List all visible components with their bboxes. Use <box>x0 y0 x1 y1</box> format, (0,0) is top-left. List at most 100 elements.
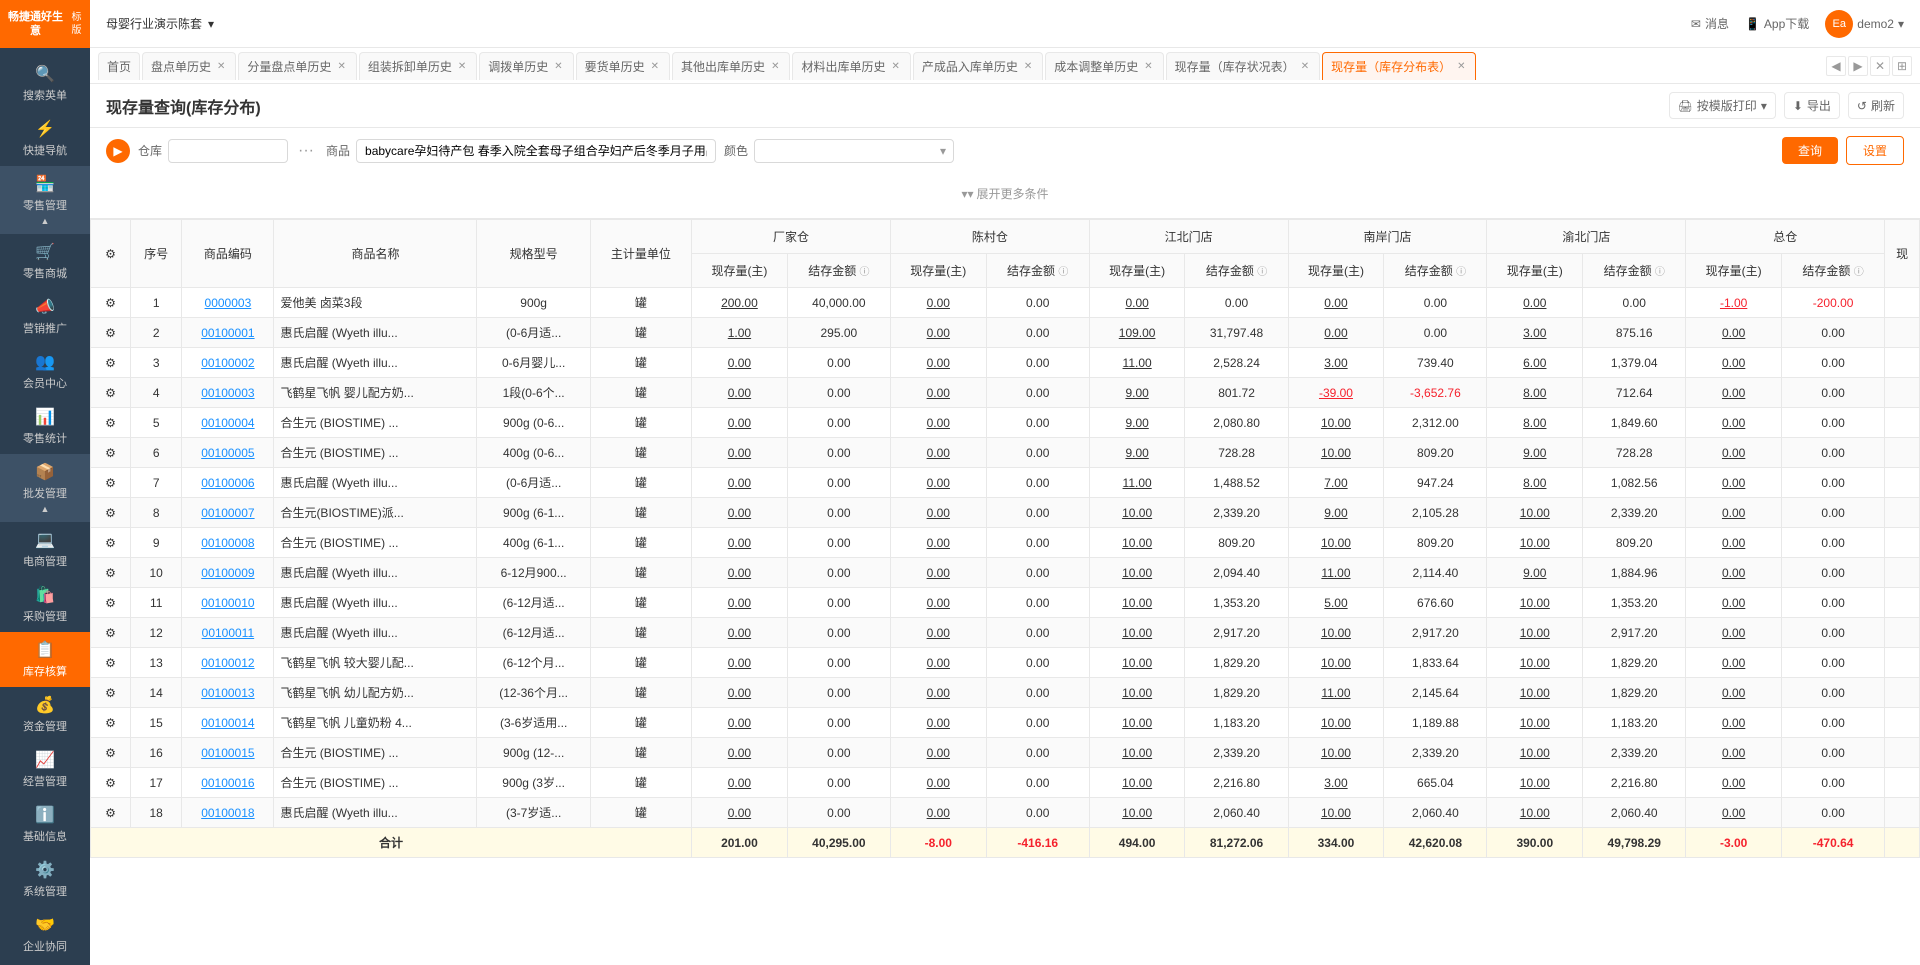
sidebar-item-member[interactable]: 👥 会员中心 <box>0 344 90 399</box>
sidebar-item-inventory[interactable]: 📋 库存核算 <box>0 632 90 687</box>
code-cell[interactable]: 00100006 <box>182 468 274 498</box>
table-container[interactable]: ⚙ 序号 商品编码 商品名称 规格型号 主计量单位 厂家仓 陈村仓 江北门店 南… <box>90 219 1920 965</box>
refresh-btn[interactable]: ↺ 刷新 <box>1848 92 1904 119</box>
code-cell[interactable]: 00100011 <box>182 618 274 648</box>
tab-assembly[interactable]: 组装拆卸单历史 ✕ <box>359 52 477 80</box>
yuebei-stock-cell[interactable]: 0.00 <box>1487 288 1583 318</box>
settings-cell[interactable]: ⚙ <box>91 558 131 588</box>
total-stock-cell[interactable]: 0.00 <box>1686 498 1782 528</box>
tab-stock-dist[interactable]: 现存量（库存分布表） ✕ <box>1322 52 1476 80</box>
jiangbei-stock-cell[interactable]: 9.00 <box>1089 438 1185 468</box>
nanan-stock-cell[interactable]: 7.00 <box>1288 468 1384 498</box>
tab-transfer[interactable]: 调拨单历史 ✕ <box>479 52 573 80</box>
factory-stock-cell[interactable]: 0.00 <box>692 378 788 408</box>
factory-stock-cell[interactable]: 0.00 <box>692 528 788 558</box>
total-stock-cell[interactable]: 0.00 <box>1686 318 1782 348</box>
yuebei-stock-cell[interactable]: 3.00 <box>1487 318 1583 348</box>
tab-close-material[interactable]: ✕ <box>889 60 901 73</box>
settings-cell[interactable]: ⚙ <box>91 408 131 438</box>
yuebei-stock-cell[interactable]: 10.00 <box>1487 498 1583 528</box>
total-stock-cell[interactable]: 0.00 <box>1686 408 1782 438</box>
factory-stock-cell[interactable]: 0.00 <box>692 798 788 828</box>
yuebei-stock-cell[interactable]: 10.00 <box>1487 798 1583 828</box>
total-stock-cell[interactable]: 0.00 <box>1686 588 1782 618</box>
tab-close-stock-status[interactable]: ✕ <box>1299 60 1311 73</box>
total-stock-cell[interactable]: 0.00 <box>1686 528 1782 558</box>
tab-expand-btn[interactable]: ⊞ <box>1892 56 1912 76</box>
tab-close-transfer[interactable]: ✕ <box>552 60 564 73</box>
code-cell[interactable]: 00100016 <box>182 768 274 798</box>
factory-stock-cell[interactable]: 0.00 <box>692 738 788 768</box>
jiangbei-stock-cell[interactable]: 10.00 <box>1089 768 1185 798</box>
total-stock-cell[interactable]: 0.00 <box>1686 378 1782 408</box>
yuebei-stock-cell[interactable]: 8.00 <box>1487 378 1583 408</box>
jiangbei-stock-cell[interactable]: 9.00 <box>1089 408 1185 438</box>
yuebei-stock-cell[interactable]: 9.00 <box>1487 558 1583 588</box>
jiangbei-stock-cell[interactable]: 10.00 <box>1089 678 1185 708</box>
yuebei-stock-cell[interactable]: 10.00 <box>1487 738 1583 768</box>
jiangbei-stock-cell[interactable]: 10.00 <box>1089 588 1185 618</box>
print-btn[interactable]: 🖨 按模版打印 ▾ <box>1669 92 1776 119</box>
village-stock-cell[interactable]: 0.00 <box>890 618 986 648</box>
yuebei-stock-cell[interactable]: 10.00 <box>1487 708 1583 738</box>
jiangbei-stock-cell[interactable]: 10.00 <box>1089 738 1185 768</box>
jiangbei-stock-cell[interactable]: 11.00 <box>1089 348 1185 378</box>
village-stock-cell[interactable]: 0.00 <box>890 738 986 768</box>
village-stock-cell[interactable]: 0.00 <box>890 708 986 738</box>
factory-stock-cell[interactable]: 200.00 <box>692 288 788 318</box>
yuebei-stock-cell[interactable]: 9.00 <box>1487 438 1583 468</box>
sidebar-item-collab[interactable]: 🤝 企业协同 <box>0 907 90 962</box>
tab-home[interactable]: 首页 <box>98 52 140 80</box>
village-stock-cell[interactable]: 0.00 <box>890 768 986 798</box>
yuebei-stock-cell[interactable]: 10.00 <box>1487 528 1583 558</box>
settings-cell[interactable]: ⚙ <box>91 798 131 828</box>
nanan-stock-cell[interactable]: 10.00 <box>1288 408 1384 438</box>
yuebei-stock-cell[interactable]: 10.00 <box>1487 768 1583 798</box>
jiangbei-stock-cell[interactable]: 10.00 <box>1089 618 1185 648</box>
sidebar-item-operation[interactable]: 📈 经营管理 <box>0 742 90 797</box>
total-stock-cell[interactable]: -1.00 <box>1686 288 1782 318</box>
nanan-stock-cell[interactable]: 9.00 <box>1288 498 1384 528</box>
tab-outbound[interactable]: 其他出库单历史 ✕ <box>672 52 790 80</box>
warehouse-input[interactable] <box>168 139 288 163</box>
setting-btn[interactable]: 设置 <box>1846 136 1904 165</box>
village-stock-cell[interactable]: 0.00 <box>890 528 986 558</box>
search-btn[interactable]: 查询 <box>1782 137 1838 164</box>
code-cell[interactable]: 00100009 <box>182 558 274 588</box>
village-stock-cell[interactable]: 0.00 <box>890 288 986 318</box>
settings-cell[interactable]: ⚙ <box>91 618 131 648</box>
settings-cell[interactable]: ⚙ <box>91 378 131 408</box>
tab-stocktake[interactable]: 盘点单历史 ✕ <box>142 52 236 80</box>
tab-close-assembly[interactable]: ✕ <box>456 60 468 73</box>
sidebar-item-ecom[interactable]: 💻 电商管理 <box>0 522 90 577</box>
settings-cell[interactable]: ⚙ <box>91 768 131 798</box>
factory-stock-cell[interactable]: 0.00 <box>692 558 788 588</box>
nanan-stock-cell[interactable]: 10.00 <box>1288 798 1384 828</box>
settings-cell[interactable]: ⚙ <box>91 288 131 318</box>
total-stock-cell[interactable]: 0.00 <box>1686 618 1782 648</box>
yuebei-stock-cell[interactable]: 10.00 <box>1487 678 1583 708</box>
nanan-stock-cell[interactable]: 10.00 <box>1288 438 1384 468</box>
jiangbei-stock-cell[interactable]: 0.00 <box>1089 288 1185 318</box>
nanan-stock-cell[interactable]: 3.00 <box>1288 768 1384 798</box>
nanan-stock-cell[interactable]: 10.00 <box>1288 648 1384 678</box>
factory-stock-cell[interactable]: 0.00 <box>692 768 788 798</box>
code-cell[interactable]: 00100001 <box>182 318 274 348</box>
village-stock-cell[interactable]: 0.00 <box>890 408 986 438</box>
sidebar-item-finance[interactable]: 💰 资金管理 <box>0 687 90 742</box>
nanan-stock-cell[interactable]: -39.00 <box>1288 378 1384 408</box>
tab-partial[interactable]: 分量盘点单历史 ✕ <box>238 52 356 80</box>
code-cell[interactable]: 00100008 <box>182 528 274 558</box>
sidebar-item-search[interactable]: 🔍 搜索英单 <box>0 56 90 111</box>
code-cell[interactable]: 00100005 <box>182 438 274 468</box>
settings-cell[interactable]: ⚙ <box>91 318 131 348</box>
code-cell[interactable]: 00100003 <box>182 378 274 408</box>
tab-close-order[interactable]: ✕ <box>649 60 661 73</box>
settings-cell[interactable]: ⚙ <box>91 738 131 768</box>
factory-stock-cell[interactable]: 0.00 <box>692 648 788 678</box>
settings-cell[interactable]: ⚙ <box>91 498 131 528</box>
sidebar-item-marketing[interactable]: 📣 营销推广 <box>0 289 90 344</box>
sidebar-item-mall[interactable]: 🛒 零售商城 <box>0 234 90 289</box>
tab-material[interactable]: 材料出库单历史 ✕ <box>792 52 910 80</box>
code-cell[interactable]: 0000003 <box>182 288 274 318</box>
